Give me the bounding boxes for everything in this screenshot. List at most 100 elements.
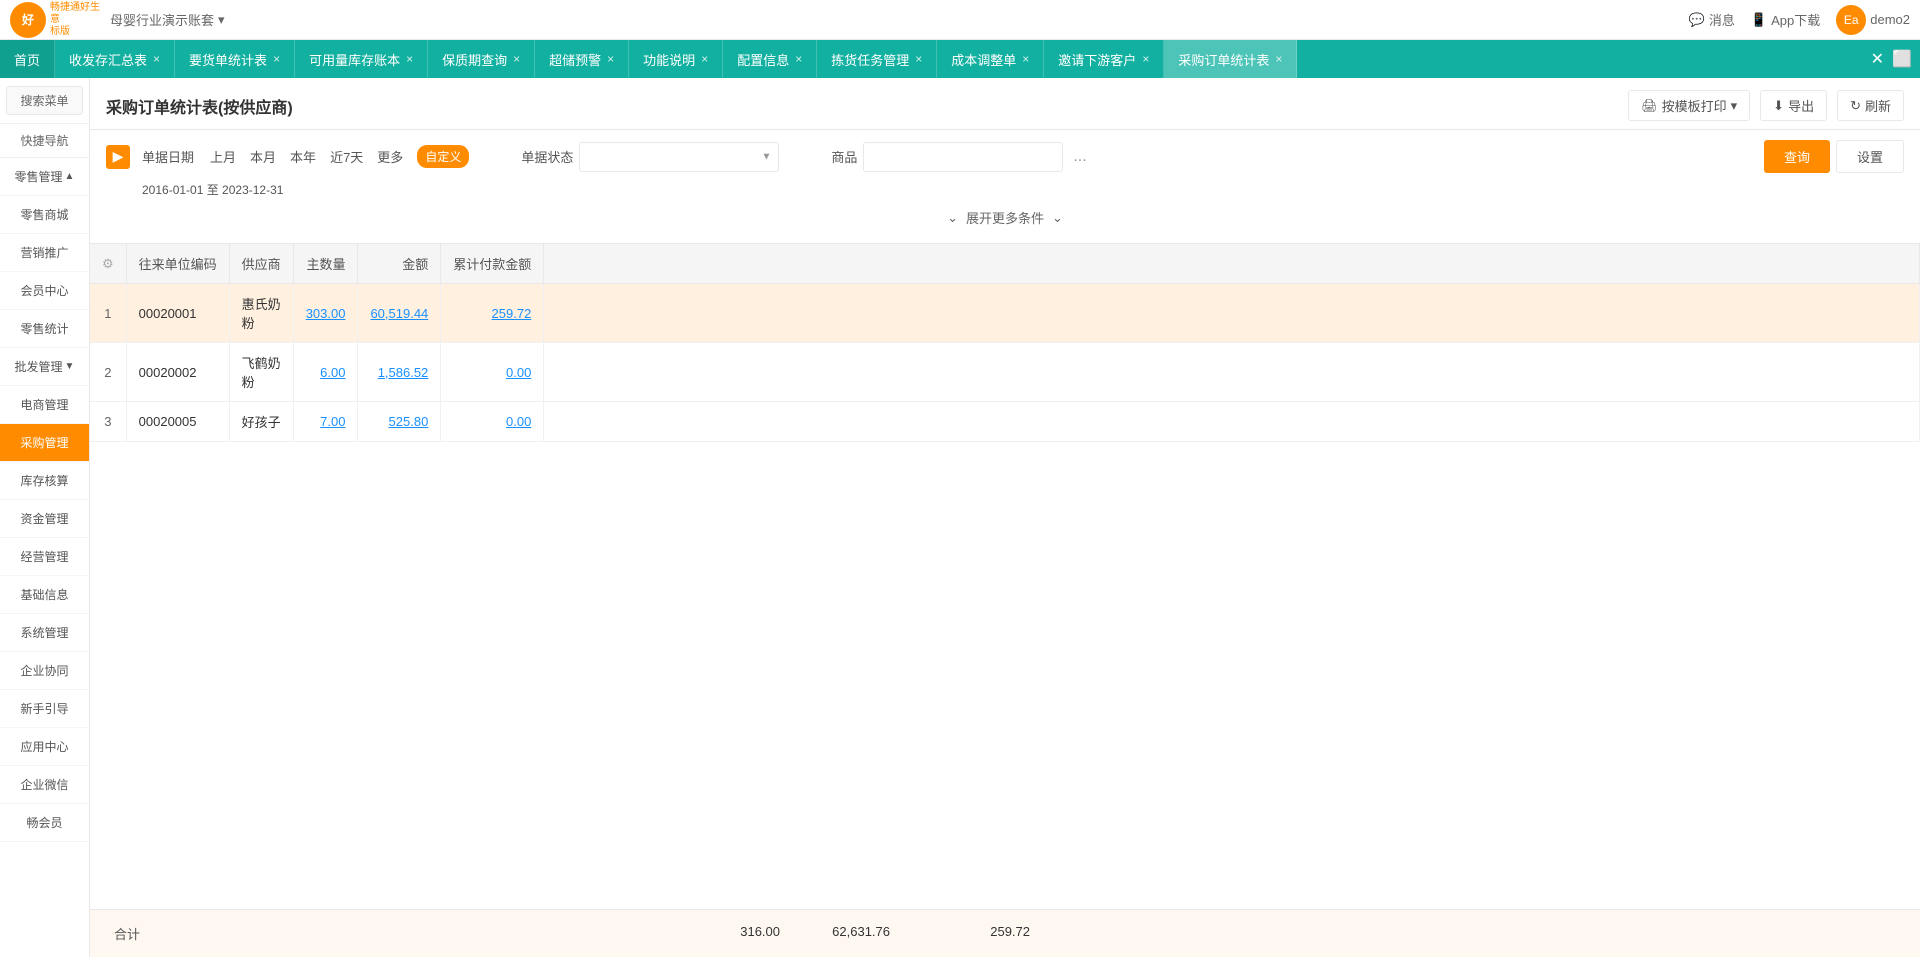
- refresh-btn[interactable]: ↻ 刷新: [1837, 90, 1904, 121]
- content-area: 采购订单统计表(按供应商) 🖨 按模板打印 ▾ ⬇ 导出 ↻ 刷新: [90, 78, 1920, 957]
- row-2-main-qty[interactable]: 6.00: [293, 343, 358, 402]
- expand-more-btn[interactable]: ⌄ 展开更多条件 ⌄: [106, 202, 1904, 233]
- status-select[interactable]: [579, 142, 779, 172]
- filter-toggle-btn[interactable]: ▶: [106, 145, 130, 169]
- table-row[interactable]: 3 00020005 好孩子 7.00 525.80 0.00: [90, 402, 1920, 442]
- message-btn[interactable]: 💬 消息: [1689, 10, 1735, 29]
- shortcut-7days[interactable]: 近7天: [326, 145, 367, 168]
- row-3-supplier-name: 好孩子: [229, 402, 293, 442]
- sidebar-item-retail-mgmt[interactable]: 零售管理 ▲: [0, 158, 89, 196]
- chevron-down-icon: ▾: [1731, 98, 1738, 114]
- close-tab-order-summary[interactable]: ×: [273, 52, 280, 66]
- row-2-paid-amount[interactable]: 0.00: [441, 343, 544, 402]
- close-tab-invite-downstream[interactable]: ×: [1142, 52, 1149, 66]
- shortcut-this-year[interactable]: 本年: [286, 145, 320, 168]
- date-range-display: 2016-01-01 至 2023-12-31: [142, 181, 1904, 198]
- shortcut-this-month[interactable]: 本月: [246, 145, 280, 168]
- sidebar-item-enterprise-coop[interactable]: 企业协同: [0, 652, 89, 690]
- goods-ellipsis-btn[interactable]: ...: [1073, 148, 1086, 166]
- col-paid-amount-header: 累计付款金额: [441, 244, 544, 284]
- close-tab-purchase-summary[interactable]: ×: [1275, 52, 1282, 66]
- sidebar-item-basic-info[interactable]: 基础信息: [0, 576, 89, 614]
- chevron-down-icon: ▼: [65, 361, 75, 372]
- sidebar-item-ecommerce-mgmt[interactable]: 电商管理: [0, 386, 89, 424]
- maximize-icon[interactable]: ⬜: [1892, 49, 1912, 69]
- tab-receive-summary[interactable]: 收发存汇总表 ×: [55, 40, 175, 78]
- sidebar-item-purchase-mgmt[interactable]: 采购管理: [0, 424, 89, 462]
- workspace-selector[interactable]: 母婴行业演示账套 ▾: [110, 10, 229, 29]
- page-title: 采购订单统计表(按供应商): [106, 94, 293, 118]
- top-bar: 好 畅捷通好生意 标版 母婴行业演示账套 ▾ 💬 消息 📱 App下载 Ea d…: [0, 0, 1920, 40]
- close-all-tabs-icon[interactable]: ✕: [1871, 49, 1884, 69]
- filter-row-1: ▶ 单据日期 上月 本月 本年 近7天 更多 自定义 单据状态: [106, 140, 1904, 173]
- row-3-amount[interactable]: 525.80: [358, 402, 441, 442]
- sidebar-item-operation-mgmt[interactable]: 经营管理: [0, 538, 89, 576]
- close-tab-pick-task[interactable]: ×: [915, 52, 922, 66]
- tab-overstock-warning[interactable]: 超储预警 ×: [535, 40, 629, 78]
- shortcut-more[interactable]: 更多: [373, 145, 407, 168]
- tab-home[interactable]: 首页: [0, 40, 55, 78]
- sidebar-item-new-guide[interactable]: 新手引导: [0, 690, 89, 728]
- settings-btn[interactable]: 设置: [1836, 140, 1904, 173]
- sidebar-item-system-mgmt[interactable]: 系统管理: [0, 614, 89, 652]
- column-settings-icon[interactable]: ⚙: [102, 256, 114, 271]
- table-row[interactable]: 1 00020001 惠氏奶粉 303.00 60,519.44 259.72: [90, 284, 1920, 343]
- chevron-down-icon: ⌄: [947, 210, 958, 226]
- close-tab-cost-adjust[interactable]: ×: [1022, 52, 1029, 66]
- tab-warranty-query[interactable]: 保质期查询 ×: [428, 40, 535, 78]
- top-right: 💬 消息 📱 App下载 Ea demo2: [1689, 5, 1910, 35]
- row-3-paid-amount[interactable]: 0.00: [441, 402, 544, 442]
- tab-purchase-summary[interactable]: 采购订单统计表 ×: [1164, 40, 1297, 78]
- tab-usable-stock[interactable]: 可用量库存账本 ×: [295, 40, 428, 78]
- search-menu-btn[interactable]: 搜索菜单: [6, 86, 83, 115]
- sidebar-item-free-member[interactable]: 畅会员: [0, 804, 89, 842]
- tab-pick-task[interactable]: 拣货任务管理 ×: [817, 40, 937, 78]
- sidebar-item-finance-mgmt[interactable]: 资金管理: [0, 500, 89, 538]
- close-tab-function-desc[interactable]: ×: [701, 52, 708, 66]
- col-supplier-name-header: 供应商: [229, 244, 293, 284]
- close-tab-config-info[interactable]: ×: [795, 52, 802, 66]
- row-1-main-qty[interactable]: 303.00: [293, 284, 358, 343]
- print-btn[interactable]: 🖨 按模板打印 ▾: [1628, 90, 1750, 121]
- custom-date-tag[interactable]: 自定义: [417, 145, 469, 168]
- nav-tabs-end: ✕ ⬜: [1863, 49, 1920, 69]
- sidebar-item-member-center[interactable]: 会员中心: [0, 272, 89, 310]
- footer-main-qty: 316.00: [702, 918, 792, 949]
- row-3-main-qty[interactable]: 7.00: [293, 402, 358, 442]
- sidebar-item-stock-check[interactable]: 库存核算: [0, 462, 89, 500]
- table-header-row: ⚙ 往来单位编码 供应商 主数量 金额 累计付款金额: [90, 244, 1920, 284]
- sidebar-item-app-center[interactable]: 应用中心: [0, 728, 89, 766]
- row-2-supplier-code: 00020002: [126, 343, 229, 402]
- user-menu[interactable]: Ea demo2: [1836, 5, 1910, 35]
- sidebar-item-enterprise-wechat[interactable]: 企业微信: [0, 766, 89, 804]
- tab-function-desc[interactable]: 功能说明 ×: [629, 40, 723, 78]
- row-2-amount[interactable]: 1,586.52: [358, 343, 441, 402]
- logo-text: 畅捷通好生意 标版: [50, 2, 100, 38]
- close-tab-receive-summary[interactable]: ×: [153, 52, 160, 66]
- sidebar-item-retail-stats[interactable]: 零售统计: [0, 310, 89, 348]
- close-tab-warranty-query[interactable]: ×: [513, 52, 520, 66]
- tab-config-info[interactable]: 配置信息 ×: [723, 40, 817, 78]
- goods-filter-input[interactable]: [863, 142, 1063, 172]
- app-download-btn[interactable]: 📱 App下载: [1751, 10, 1820, 29]
- tab-invite-downstream[interactable]: 邀请下游客户 ×: [1044, 40, 1164, 78]
- query-btn[interactable]: 查询: [1764, 140, 1830, 173]
- export-icon: ⬇: [1773, 98, 1784, 114]
- print-icon: 🖨: [1641, 98, 1658, 114]
- sidebar-item-wholesale-mgmt[interactable]: 批发管理 ▼: [0, 348, 89, 386]
- shortcut-last-month[interactable]: 上月: [206, 145, 240, 168]
- close-tab-usable-stock[interactable]: ×: [406, 52, 413, 66]
- row-1-paid-amount[interactable]: 259.72: [441, 284, 544, 343]
- row-2-supplier-name: 飞鹤奶粉: [229, 343, 293, 402]
- logo-icon: 好: [10, 2, 46, 38]
- row-1-amount[interactable]: 60,519.44: [358, 284, 441, 343]
- sidebar-item-retail-shop[interactable]: 零售商城: [0, 196, 89, 234]
- tab-cost-adjust[interactable]: 成本调整单 ×: [937, 40, 1044, 78]
- export-btn[interactable]: ⬇ 导出: [1760, 90, 1827, 121]
- table-row[interactable]: 2 00020002 飞鹤奶粉 6.00 1,586.52 0.00: [90, 343, 1920, 402]
- close-tab-overstock-warning[interactable]: ×: [607, 52, 614, 66]
- sidebar-item-marketing[interactable]: 营销推广: [0, 234, 89, 272]
- row-2-extra: [544, 343, 1920, 402]
- quick-nav-btn[interactable]: 快捷导航: [0, 124, 89, 158]
- tab-order-summary[interactable]: 要货单统计表 ×: [175, 40, 295, 78]
